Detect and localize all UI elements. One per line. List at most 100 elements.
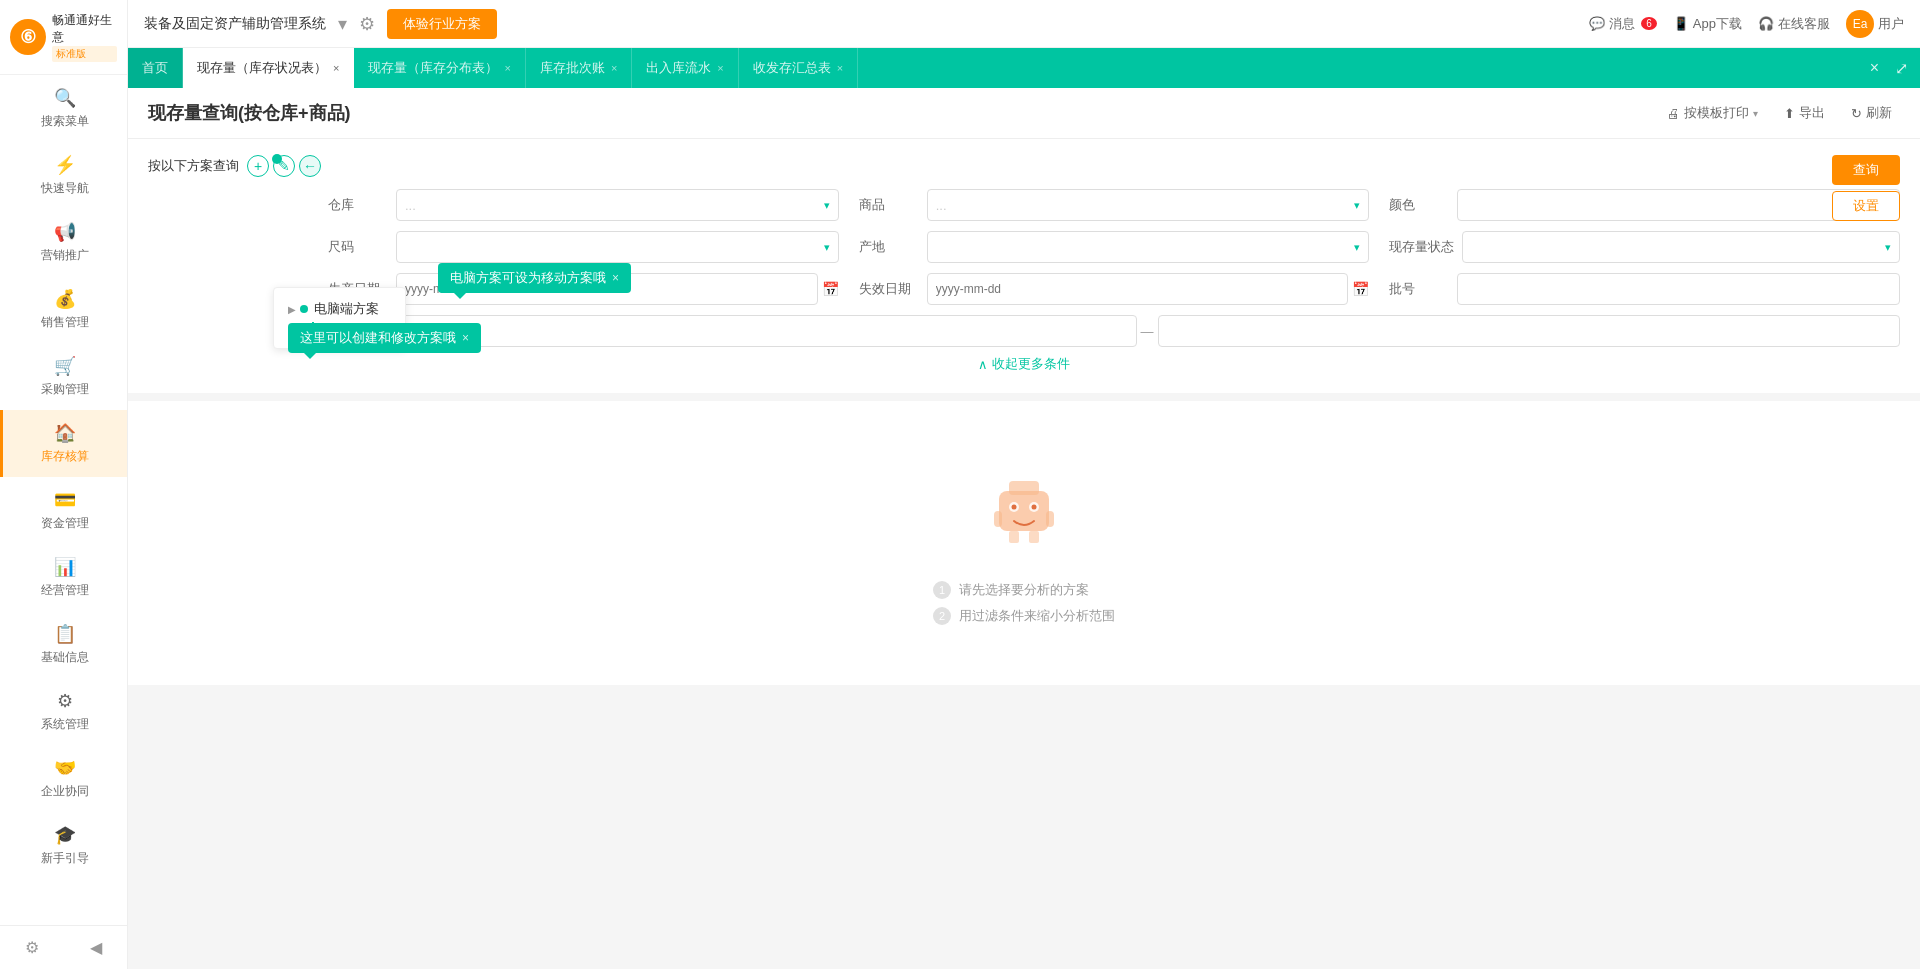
exp-date-group: 📅	[927, 273, 1370, 305]
collapse-btn[interactable]: ∧ 收起更多条件	[978, 355, 1070, 373]
product-placeholder: ...	[936, 198, 947, 213]
sidebar-item-operations[interactable]: 📊 经营管理	[0, 544, 127, 611]
maximize-btn[interactable]: ⤢	[1891, 55, 1912, 82]
empty-tip-1: 1 请先选择要分析的方案	[933, 581, 1115, 599]
reset-btn[interactable]: 设置	[1832, 191, 1900, 221]
stock-main-min-input[interactable]	[394, 315, 1137, 347]
sidebar-item-system-label: 系统管理	[41, 716, 89, 733]
stock-status-arrow-icon: ▾	[1885, 241, 1891, 254]
batch-input[interactable]	[1457, 273, 1900, 305]
logo-text: 畅通通好生意 标准版	[52, 12, 117, 62]
online-support-btn[interactable]: 🎧 在线客服	[1758, 15, 1830, 33]
filter-area: 按以下方案查询 + ✎ ← ▶ 电脑端方案	[128, 139, 1920, 393]
industry-plan-btn[interactable]: 体验行业方案	[387, 9, 497, 39]
tab-batch[interactable]: 库存批次账 ×	[526, 48, 632, 88]
sidebar-item-basicinfo-label: 基础信息	[41, 649, 89, 666]
svg-rect-9	[1029, 531, 1039, 543]
schema-tree-label-desktop: 电脑端方案	[314, 300, 379, 318]
exp-date-cal-icon[interactable]: 📅	[1352, 281, 1369, 297]
tab-inout[interactable]: 出入库流水 ×	[632, 48, 738, 88]
sidebar-item-purchase[interactable]: 🛒 采购管理	[0, 343, 127, 410]
tab-batch-label: 库存批次账	[540, 59, 605, 77]
tab-inventory-dist[interactable]: 现存量（库存分布表） ×	[354, 48, 525, 88]
tooltip-create-popup: 这里可以创建和修改方案哦 ×	[288, 323, 481, 353]
size-label: 尺码	[328, 238, 388, 256]
origin-select[interactable]: ▾	[927, 231, 1370, 263]
schema-tree-item-desktop[interactable]: ▶ 电脑端方案	[282, 296, 397, 322]
refresh-btn[interactable]: ↻ 刷新	[1843, 100, 1900, 126]
origin-arrow-icon: ▾	[1354, 241, 1360, 254]
sidebar-item-enterprise[interactable]: 🤝 企业协同	[0, 745, 127, 812]
tooltip-schema-close-btn[interactable]: ×	[612, 271, 619, 285]
schema-nav-btn[interactable]: ←	[299, 155, 321, 177]
tooltip-create-close-btn[interactable]: ×	[462, 331, 469, 345]
sidebar-item-inventory[interactable]: 🏠 库存核算	[0, 410, 127, 477]
export-btn[interactable]: ⬆ 导出	[1776, 100, 1833, 126]
sidebar-item-finance[interactable]: 💳 资金管理	[0, 477, 127, 544]
collapse-arrow-icon: ∧	[978, 357, 988, 372]
origin-label: 产地	[859, 238, 919, 256]
prod-date-cal-icon[interactable]: 📅	[822, 281, 839, 297]
template-print-btn[interactable]: 🖨 按模板打印 ▾	[1659, 100, 1766, 126]
filter-row-origin: 产地 ▾	[859, 231, 1370, 263]
product-select[interactable]: ... ▾	[927, 189, 1370, 221]
svg-point-4	[1012, 505, 1017, 510]
settings-bottom-btn[interactable]: ⚙	[25, 938, 39, 957]
tree-expand-arrow: ▶	[288, 304, 296, 315]
tab-inventory-status-close[interactable]: ×	[333, 62, 339, 74]
tooltip-schema-text: 电脑方案可设为移动方案哦	[450, 269, 606, 287]
product-arrow-icon: ▾	[1354, 199, 1360, 212]
sidebar-item-system[interactable]: ⚙ 系统管理	[0, 678, 127, 745]
topbar: 装备及固定资产辅助管理系统 ▾ ⚙ 体验行业方案 💬 消息 6 📱 App下载 …	[128, 0, 1920, 48]
filter-row-stock-main: 现存量（主） —	[308, 315, 1900, 347]
main-area: 装备及固定资产辅助管理系统 ▾ ⚙ 体验行业方案 💬 消息 6 📱 App下载 …	[128, 0, 1920, 969]
schema-edit-btn[interactable]: ✎	[273, 155, 295, 177]
tab-inventory-status[interactable]: 现存量（库存状况表） ×	[183, 48, 354, 88]
stock-status-select[interactable]: ▾	[1462, 231, 1900, 263]
sidebar-item-search[interactable]: 🔍 搜索菜单	[0, 75, 127, 142]
tip2-num: 2	[933, 607, 951, 625]
sidebar-item-search-label: 搜索菜单	[41, 113, 89, 130]
filter-grid-row2: 尺码 ▾ 产地 ▾	[328, 231, 1900, 263]
page-content: 现存量查询(按仓库+商品) 🖨 按模板打印 ▾ ⬆ 导出 ↻ 刷新	[128, 88, 1920, 969]
tab-collect-close[interactable]: ×	[837, 62, 843, 74]
page-header-actions: 🖨 按模板打印 ▾ ⬆ 导出 ↻ 刷新	[1659, 100, 1900, 126]
warehouse-select[interactable]: ... ▾	[396, 189, 839, 221]
user-profile-btn[interactable]: Ea 用户	[1846, 10, 1904, 38]
message-btn[interactable]: 💬 消息 6	[1589, 15, 1657, 33]
tab-inout-close[interactable]: ×	[717, 62, 723, 74]
settings-gear-btn[interactable]: ⚙	[359, 13, 375, 35]
tab-batch-close[interactable]: ×	[611, 62, 617, 74]
range-separator: —	[1141, 324, 1154, 339]
finance-icon: 💳	[54, 489, 76, 511]
page-title: 现存量查询(按仓库+商品)	[148, 101, 351, 125]
close-all-tabs-btn[interactable]: ×	[1866, 55, 1883, 81]
sidebar-item-marketing[interactable]: 📢 营销推广	[0, 209, 127, 276]
sidebar-item-sales[interactable]: 💰 销售管理	[0, 276, 127, 343]
tab-collect-label: 收发存汇总表	[753, 59, 831, 77]
tip1-text: 请先选择要分析的方案	[959, 581, 1089, 599]
sidebar-item-guide[interactable]: 🎓 新手引导	[0, 812, 127, 879]
sidebar-item-quicknav[interactable]: ⚡ 快速导航	[0, 142, 127, 209]
collapse-sidebar-btn[interactable]: ◀	[90, 938, 102, 957]
exp-date-input[interactable]	[927, 273, 1349, 305]
collapse-btn-label: 收起更多条件	[992, 355, 1070, 373]
sidebar-item-quicknav-label: 快速导航	[41, 180, 89, 197]
svg-rect-7	[1046, 511, 1054, 527]
tab-collect[interactable]: 收发存汇总表 ×	[739, 48, 858, 88]
tab-home[interactable]: 首页	[128, 48, 183, 88]
stock-main-max-input[interactable]	[1158, 315, 1901, 347]
system-dropdown-btn[interactable]: ▾	[338, 13, 347, 35]
svg-rect-6	[994, 511, 1002, 527]
tab-inventory-dist-close[interactable]: ×	[504, 62, 510, 74]
sidebar-item-basicinfo[interactable]: 📋 基础信息	[0, 611, 127, 678]
page-header: 现存量查询(按仓库+商品) 🖨 按模板打印 ▾ ⬆ 导出 ↻ 刷新	[128, 88, 1920, 139]
size-select[interactable]: ▾	[396, 231, 839, 263]
query-btn[interactable]: 查询	[1832, 155, 1900, 185]
exp-date-label: 失效日期	[859, 280, 919, 298]
svg-rect-8	[1009, 531, 1019, 543]
filter-grid-row1: 仓库 ... ▾ 商品 ... ▾	[328, 189, 1900, 221]
tab-inventory-dist-label: 现存量（库存分布表）	[368, 59, 498, 77]
schema-add-btn[interactable]: +	[247, 155, 269, 177]
app-download-btn[interactable]: 📱 App下载	[1673, 15, 1742, 33]
